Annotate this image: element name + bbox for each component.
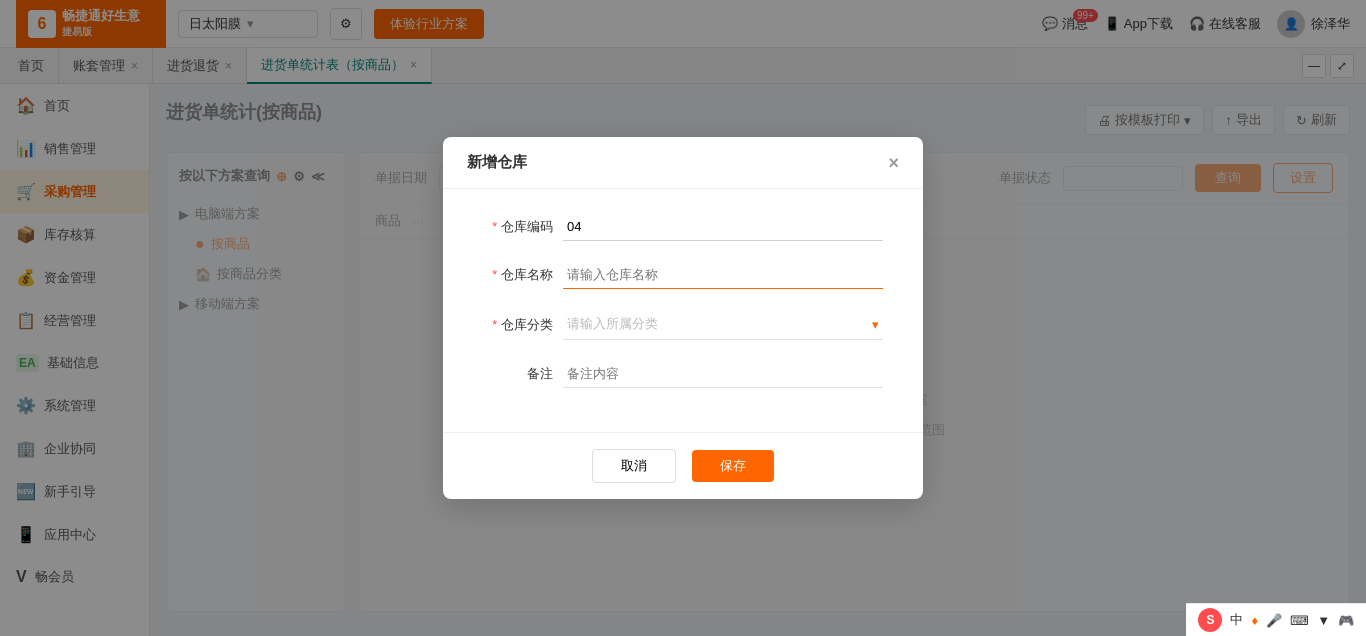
new-warehouse-modal: 新增仓库 × 仓库编码 仓库名称 仓库分类 请输入所属分类 ▾ [443, 137, 923, 499]
modal-backdrop: 新增仓库 × 仓库编码 仓库名称 仓库分类 请输入所属分类 ▾ [0, 0, 1366, 636]
remark-input[interactable] [563, 360, 883, 388]
category-placeholder: 请输入所属分类 [567, 315, 658, 333]
code-label: 仓库编码 [483, 218, 563, 236]
modal-footer: 取消 保存 [443, 432, 923, 499]
status-dot-icon: ♦ [1251, 613, 1258, 628]
form-item-code: 仓库编码 [483, 213, 883, 241]
status-mic-icon[interactable]: 🎤 [1266, 613, 1282, 628]
category-chevron-icon: ▾ [872, 317, 879, 332]
status-keyboard-icon[interactable]: ⌨ [1290, 613, 1309, 628]
modal-title: 新增仓库 [467, 153, 527, 172]
category-select[interactable]: 请输入所属分类 ▾ [563, 309, 883, 340]
form-item-category: 仓库分类 请输入所属分类 ▾ [483, 309, 883, 340]
form-item-remark: 备注 [483, 360, 883, 388]
modal-header: 新增仓库 × [443, 137, 923, 189]
status-gamepad-icon[interactable]: 🎮 [1338, 613, 1354, 628]
modal-body: 仓库编码 仓库名称 仓库分类 请输入所属分类 ▾ 备注 [443, 189, 923, 432]
remark-label: 备注 [483, 365, 563, 383]
category-label: 仓库分类 [483, 316, 563, 334]
modal-close-btn[interactable]: × [888, 154, 899, 172]
status-zh-label[interactable]: 中 [1230, 611, 1243, 629]
save-btn[interactable]: 保存 [692, 450, 774, 482]
code-input[interactable] [563, 213, 883, 241]
name-label: 仓库名称 [483, 266, 563, 284]
status-s-icon: S [1198, 608, 1222, 632]
status-down-icon[interactable]: ▼ [1317, 613, 1330, 628]
cancel-btn[interactable]: 取消 [592, 449, 676, 483]
name-input[interactable] [563, 261, 883, 289]
form-item-name: 仓库名称 [483, 261, 883, 289]
status-bar: S 中 ♦ 🎤 ⌨ ▼ 🎮 [1186, 603, 1366, 636]
